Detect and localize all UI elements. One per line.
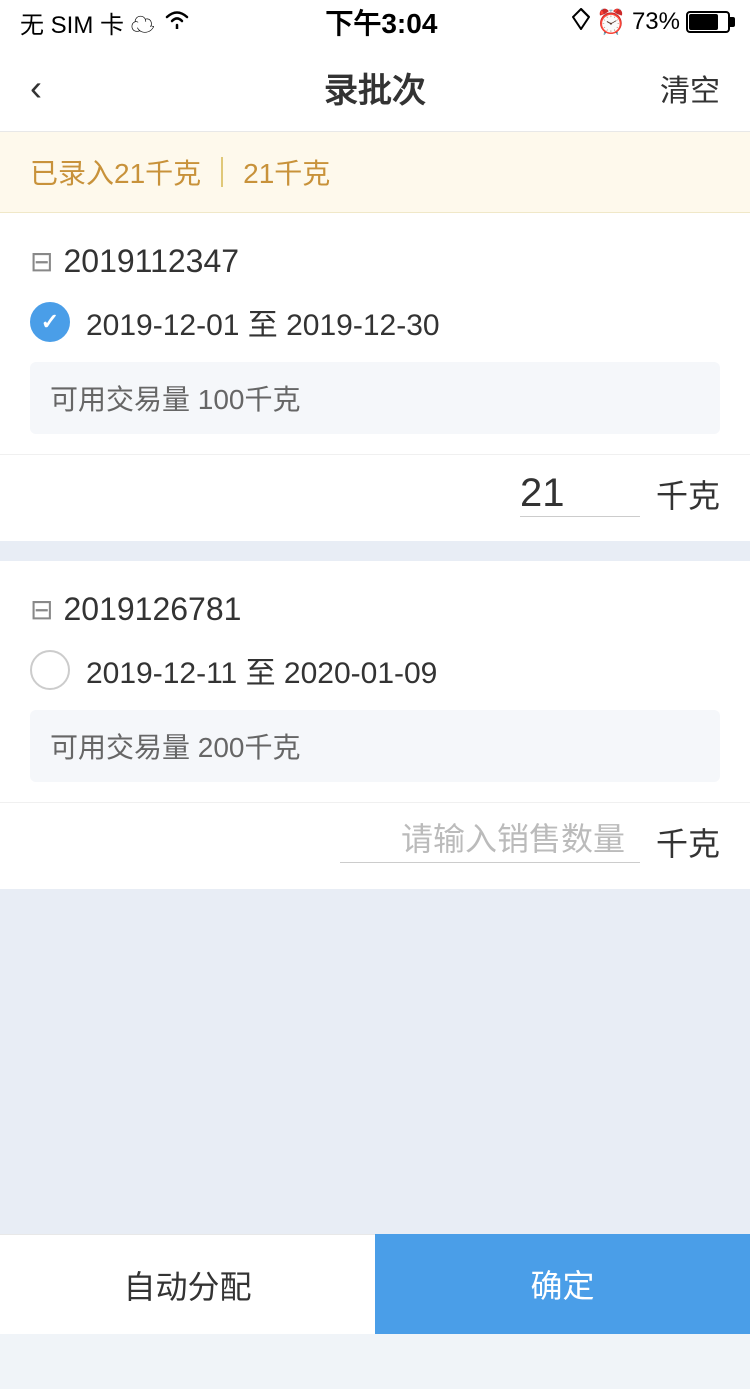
status-time: 下午3:04 [325,2,437,42]
batch-2-date-row[interactable]: 2019-12-11 至 2020-01-09 [0,638,750,702]
batch-2-header: ⊟ 2019126781 [0,561,750,638]
doc-icon-2: ⊟ [30,593,53,626]
status-bar: 无 SIM 卡 ☁ 下午3:04 ⏰ 73% [0,0,750,44]
batch-2-number: 2019126781 [63,591,241,628]
batch-2-date: 2019-12-11 至 2020-01-09 [86,648,437,692]
batch-card-1: ⊟ 2019112347 2019-12-01 至 2019-12-30 可用交… [0,213,750,541]
status-bar-right: ⏰ 73% [572,8,730,37]
batch-1-qty-underline: 21 [520,471,640,517]
doc-icon-1: ⊟ [30,245,53,278]
batch-1-number: 2019112347 [63,243,239,280]
empty-area [0,889,750,1289]
batch-card-2: ⊟ 2019126781 2019-12-11 至 2020-01-09 可用交… [0,561,750,889]
batch-2-unit: 千克 [656,819,720,865]
batch-1-radio[interactable] [30,302,70,342]
status-bar-left: 无 SIM 卡 ☁ [20,5,191,40]
batch-2-volume: 可用交易量 200千克 [30,710,720,782]
batch-1-unit: 千克 [656,471,720,517]
summary-total: 21千克 [243,152,330,192]
battery-icon [686,11,730,33]
batch-1-quantity-value: 21 [520,471,565,515]
batch-1-date: 2019-12-01 至 2019-12-30 [86,300,440,344]
summary-recorded: 已录入21千克 [30,152,201,192]
battery-percent: 73% [632,8,680,36]
summary-divider [221,157,223,187]
alarm-icon: ⏰ [596,8,626,37]
batch-2-radio[interactable] [30,650,70,690]
sim-status: 无 SIM 卡 ☁ [20,5,155,40]
clear-button[interactable]: 清空 [660,66,720,110]
quantity-input-2[interactable] [340,821,640,863]
summary-bar: 已录入21千克 21千克 [0,132,750,213]
batch-1-header: ⊟ 2019112347 [0,213,750,290]
batch-1-quantity-row: 21 千克 [0,454,750,541]
batch-2-input-row[interactable]: 千克 [0,802,750,889]
location-icon [572,8,590,37]
back-button[interactable]: ‹ [30,67,90,109]
bottom-bar: 自动分配 确定 [0,1234,750,1334]
auto-distribute-button[interactable]: 自动分配 [0,1234,375,1334]
nav-bar: ‹ 录批次 清空 [0,44,750,132]
batch-1-volume: 可用交易量 100千克 [30,362,720,434]
wifi-icon [163,8,191,36]
page-title: 录批次 [324,63,426,112]
batch-1-date-row[interactable]: 2019-12-01 至 2019-12-30 [0,290,750,354]
confirm-button[interactable]: 确定 [375,1234,750,1334]
section-separator [0,541,750,561]
